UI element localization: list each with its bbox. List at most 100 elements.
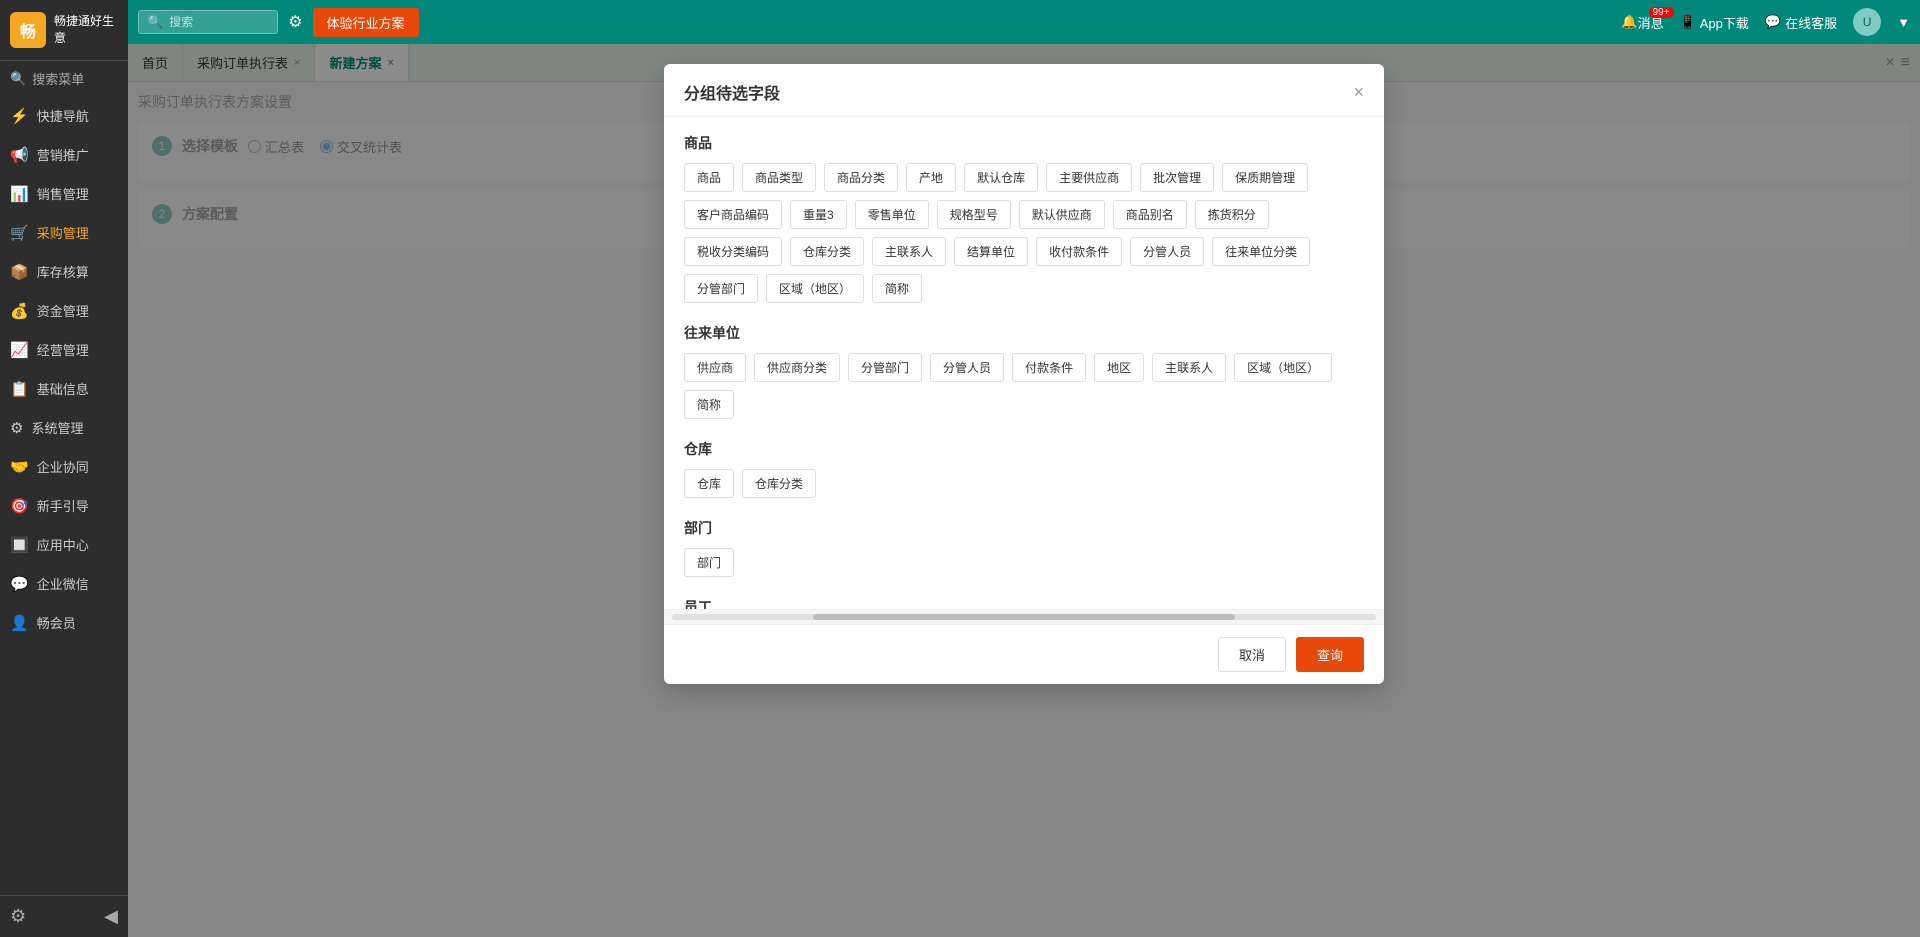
field-tag-dept[interactable]: 分管部门 — [848, 353, 922, 382]
field-tag-settlement-unit[interactable]: 结算单位 — [954, 237, 1028, 266]
sidebar-item-label: 库存核算 — [37, 262, 89, 281]
modal-header: 分组待选字段 × — [664, 64, 1384, 117]
field-tag-product-alias[interactable]: 商品别名 — [1113, 200, 1187, 229]
field-tag-department[interactable]: 部门 — [684, 548, 734, 577]
notification-count: 99+ — [1649, 7, 1674, 18]
field-tag-pick-points[interactable]: 拣货积分 — [1195, 200, 1269, 229]
header-settings-icon[interactable]: ⚙ — [288, 12, 302, 32]
field-tag-batch-mgmt[interactable]: 批次管理 — [1140, 163, 1214, 192]
sidebar-item-sales[interactable]: 📊 销售管理 — [0, 174, 128, 213]
base-icon: 📋 — [10, 380, 29, 398]
field-tag-product-type[interactable]: 商品类型 — [742, 163, 816, 192]
app-center-icon: 🔲 — [10, 536, 29, 554]
field-tag-main-contact2[interactable]: 主联系人 — [1152, 353, 1226, 382]
field-tag-manager[interactable]: 分管人员 — [1130, 237, 1204, 266]
field-tag-warehouse-cat[interactable]: 仓库分类 — [742, 469, 816, 498]
user-dropdown-icon[interactable]: ▼ — [1897, 15, 1910, 30]
field-tag-payment-cond[interactable]: 付款条件 — [1012, 353, 1086, 382]
sidebar-item-enterprise-wechat[interactable]: 💬 企业微信 — [0, 564, 128, 603]
sidebar-item-inventory[interactable]: 📦 库存核算 — [0, 252, 128, 291]
field-group-department: 部门 部门 — [684, 518, 1364, 577]
field-tag-area[interactable]: 地区 — [1094, 353, 1144, 382]
notification-badge[interactable]: 🔔 消息 99+ — [1621, 13, 1663, 32]
sidebar-item-label: 营销推广 — [37, 145, 89, 164]
field-group-partner: 往来单位 供应商 供应商分类 分管部门 分管人员 付款条件 地区 主联系人 区域… — [684, 323, 1364, 419]
modal-overlay: 分组待选字段 × 商品 商品 商品类型 商品分类 产地 默认仓库 主要供应商 批… — [128, 44, 1920, 937]
sidebar-item-member[interactable]: 👤 畅会员 — [0, 603, 128, 642]
field-tag-short-name2[interactable]: 简称 — [684, 390, 734, 419]
finance-icon: 💰 — [10, 302, 29, 320]
field-tag-default-supplier[interactable]: 默认供应商 — [1019, 200, 1105, 229]
field-tag-dept-manager[interactable]: 分管部门 — [684, 274, 758, 303]
avatar-initials: U — [1863, 15, 1872, 29]
warehouse-field-tags: 仓库 仓库分类 — [684, 469, 1364, 498]
sidebar-search-label: 搜索菜单 — [32, 69, 84, 88]
cooperation-icon: 🤝 — [10, 458, 29, 476]
field-tag-dept-person[interactable]: 分管人员 — [930, 353, 1004, 382]
field-tag-partner-category[interactable]: 往来单位分类 — [1212, 237, 1310, 266]
sidebar-item-label: 快捷导航 — [37, 106, 89, 125]
avatar[interactable]: U — [1853, 8, 1881, 36]
field-tag-retail-unit[interactable]: 零售单位 — [855, 200, 929, 229]
app-download-button[interactable]: 📱 App下载 — [1680, 13, 1749, 32]
field-tag-payment-terms[interactable]: 收付款条件 — [1036, 237, 1122, 266]
field-tag-region[interactable]: 区域（地区） — [766, 274, 864, 303]
field-tag-customer-code[interactable]: 客户商品编码 — [684, 200, 782, 229]
online-service-button[interactable]: 💬 在线客服 — [1765, 13, 1837, 32]
sidebar-item-guide[interactable]: 🎯 新手引导 — [0, 486, 128, 525]
sidebar-item-operations[interactable]: 📈 经营管理 — [0, 330, 128, 369]
department-field-tags: 部门 — [684, 548, 1364, 577]
field-tag-default-warehouse[interactable]: 默认仓库 — [964, 163, 1038, 192]
sidebar-item-label: 资金管理 — [37, 301, 89, 320]
sidebar-item-system[interactable]: ⚙ 系统管理 — [0, 408, 128, 447]
sidebar-navigation: ⚡ 快捷导航 📢 营销推广 📊 销售管理 🛒 采购管理 📦 库存核算 💰 资金管… — [0, 96, 128, 895]
field-tag-weight3[interactable]: 重量3 — [790, 200, 847, 229]
field-group-warehouse: 仓库 仓库 仓库分类 — [684, 439, 1364, 498]
marketing-icon: 📢 — [10, 146, 29, 164]
sidebar-search[interactable]: 🔍 搜索菜单 — [0, 61, 128, 96]
sidebar-collapse-button[interactable]: ◀ — [104, 906, 118, 927]
sidebar-item-cooperation[interactable]: 🤝 企业协同 — [0, 447, 128, 486]
field-tag-main-supplier[interactable]: 主要供应商 — [1046, 163, 1132, 192]
sidebar-bottom: ⚙ ◀ — [0, 895, 128, 937]
member-icon: 👤 — [10, 614, 29, 632]
field-tag-tax-code[interactable]: 税收分类编码 — [684, 237, 782, 266]
sidebar-logo: 畅 畅捷通好生意 — [0, 0, 128, 61]
trial-button[interactable]: 体验行业方案 — [313, 8, 419, 37]
app-logo-icon: 畅 — [10, 12, 46, 48]
field-tag-supplier-category[interactable]: 供应商分类 — [754, 353, 840, 382]
field-tag-supplier[interactable]: 供应商 — [684, 353, 746, 382]
field-tag-warehouse[interactable]: 仓库 — [684, 469, 734, 498]
guide-icon: 🎯 — [10, 497, 29, 515]
field-tag-shelf-life[interactable]: 保质期管理 — [1222, 163, 1308, 192]
modal-close-button[interactable]: × — [1353, 83, 1364, 101]
field-group-department-title: 部门 — [684, 518, 1364, 538]
field-tag-origin[interactable]: 产地 — [906, 163, 956, 192]
field-tag-main-contact[interactable]: 主联系人 — [872, 237, 946, 266]
sidebar-item-purchase[interactable]: 🛒 采购管理 — [0, 213, 128, 252]
cancel-button[interactable]: 取消 — [1218, 637, 1286, 672]
sidebar-item-label: 基础信息 — [37, 379, 89, 398]
header-search-input[interactable] — [169, 15, 269, 29]
field-group-warehouse-title: 仓库 — [684, 439, 1364, 459]
sidebar-item-app-center[interactable]: 🔲 应用中心 — [0, 525, 128, 564]
field-tag-product-category[interactable]: 商品分类 — [824, 163, 898, 192]
sidebar-settings-button[interactable]: ⚙ — [10, 906, 26, 927]
modal-scrollbar[interactable] — [664, 609, 1384, 624]
sales-icon: 📊 — [10, 185, 29, 203]
header-search-box[interactable]: 🔍 — [138, 10, 278, 34]
sidebar-item-base[interactable]: 📋 基础信息 — [0, 369, 128, 408]
confirm-button[interactable]: 查询 — [1296, 637, 1364, 672]
sidebar-item-marketing[interactable]: 📢 营销推广 — [0, 135, 128, 174]
field-tag-spec-model[interactable]: 规格型号 — [937, 200, 1011, 229]
quick-nav-icon: ⚡ — [10, 107, 29, 125]
field-tag-warehouse-category[interactable]: 仓库分类 — [790, 237, 864, 266]
system-icon: ⚙ — [10, 419, 23, 437]
field-tag-region2[interactable]: 区域（地区） — [1234, 353, 1332, 382]
field-tag-product[interactable]: 商品 — [684, 163, 734, 192]
sidebar-item-quick-nav[interactable]: ⚡ 快捷导航 — [0, 96, 128, 135]
sidebar-item-finance[interactable]: 💰 资金管理 — [0, 291, 128, 330]
field-tag-short-name[interactable]: 简称 — [872, 274, 922, 303]
header-search-icon: 🔍 — [147, 14, 163, 30]
sidebar-item-label: 应用中心 — [37, 535, 89, 554]
